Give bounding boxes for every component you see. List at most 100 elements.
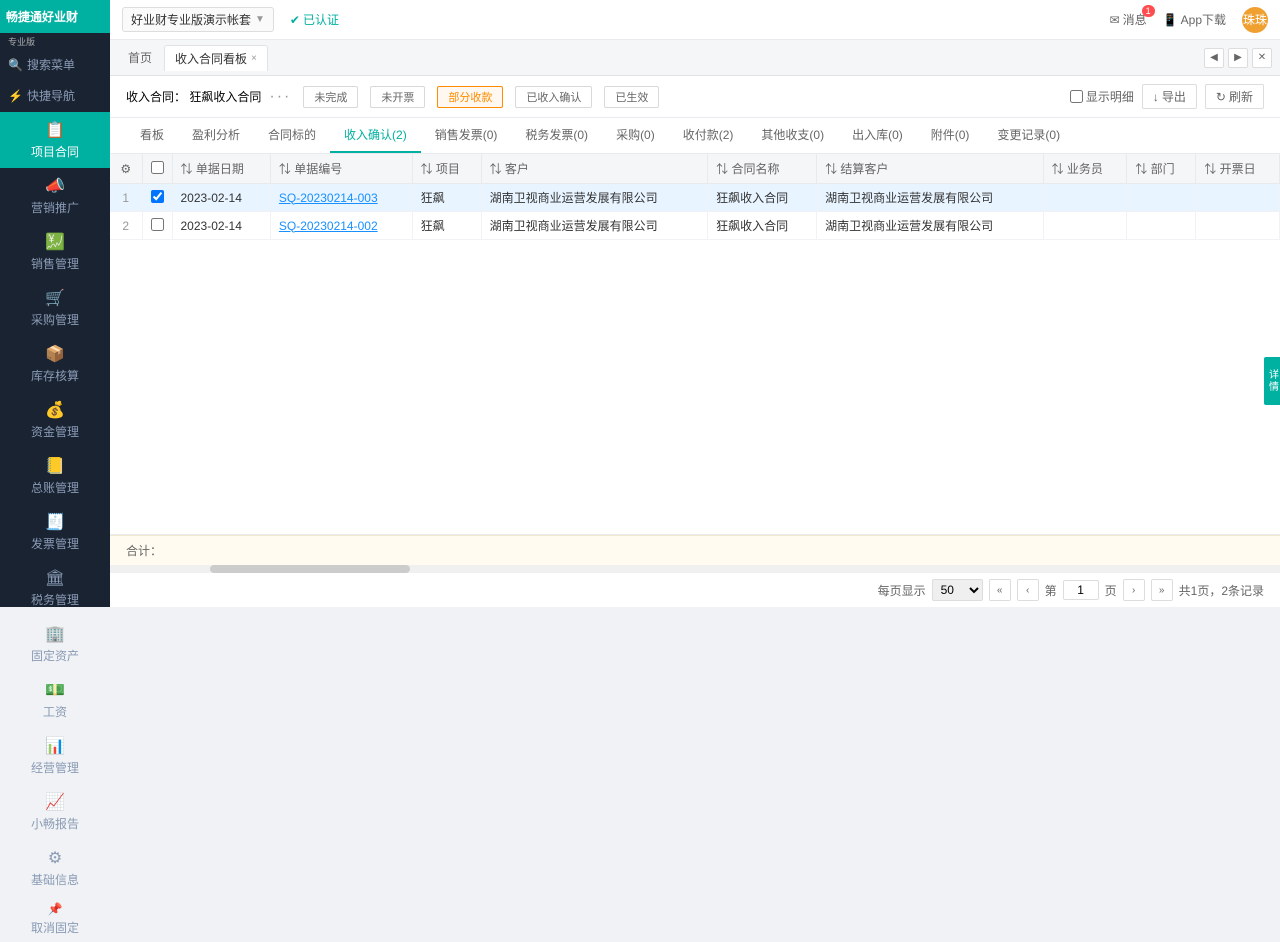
sub-tab-warehouse[interactable]: 出入库(0) xyxy=(838,118,917,153)
page-prev-btn[interactable]: ‹ xyxy=(1017,579,1039,601)
tab-nav-next[interactable]: ▶ xyxy=(1228,48,1248,68)
row-settings-cell: 1 xyxy=(110,184,142,212)
tab-nav-prev[interactable]: ◀ xyxy=(1204,48,1224,68)
select-all-checkbox[interactable] xyxy=(151,161,164,174)
sub-tabs: 看板盈利分析合同标的收入确认(2)销售发票(0)税务发票(0)采购(0)收付款(… xyxy=(110,118,1280,154)
sidebar-item-basic[interactable]: ⚙基础信息 xyxy=(0,840,110,896)
row-checkbox[interactable] xyxy=(151,190,164,203)
table-body: 1 2023-02-14 SQ-20230214-003 狂飙 湖南卫视商业运营… xyxy=(110,184,1280,240)
sidebar-bottom: 📌 取消固定 xyxy=(0,896,110,942)
company-selector[interactable]: 好业财专业版演示帐套 ▼ xyxy=(122,7,274,32)
show-detail-checkbox[interactable]: 显示明细 xyxy=(1070,88,1134,105)
sidebar-icon-marketing: 📣 xyxy=(45,176,65,196)
sidebar-item-project[interactable]: 📋项目合同 xyxy=(0,112,110,168)
sidebar-search[interactable]: 🔍 搜索菜单 xyxy=(0,50,110,79)
show-detail-input[interactable] xyxy=(1070,90,1083,103)
th-contract-name: ⇅ 合同名称 xyxy=(708,154,817,184)
sidebar-search-label: 搜索菜单 xyxy=(27,56,75,73)
th-checkbox[interactable] xyxy=(142,154,172,184)
sidebar-label-reports: 小畅报告 xyxy=(31,815,79,832)
page-next-btn[interactable]: › xyxy=(1123,579,1145,601)
sidebar-quick-nav[interactable]: ⚡ 快捷导航 xyxy=(0,79,110,112)
sub-tab-sales_invoice[interactable]: 销售发票(0) xyxy=(421,118,512,153)
table-footer: 合计： 每页显示 20 50 100 « ‹ 第 xyxy=(110,534,1280,607)
sidebar-item-hr[interactable]: 💵工资 xyxy=(0,672,110,728)
row-project: 狂飙 xyxy=(412,184,481,212)
logo-text: 畅捷通好业财 xyxy=(6,8,78,25)
status-incomplete[interactable]: 未完成 xyxy=(303,86,358,108)
status-partial[interactable]: 部分收款 xyxy=(437,86,503,108)
table-container[interactable]: ⚙ ⇅ 单据日期 ⇅ 单据编号 ⇅ 项目 ⇅ 客户 ⇅ 合同名称 ⇅ 结算客户 … xyxy=(110,154,1280,534)
row-number-link[interactable]: SQ-20230214-002 xyxy=(279,219,378,233)
sidebar-label-hr: 工资 xyxy=(43,703,67,720)
pagination: 每页显示 20 50 100 « ‹ 第 页 › » 共1页，2条记录 xyxy=(110,573,1280,607)
row-checkbox-cell[interactable] xyxy=(142,184,172,212)
th-settings[interactable]: ⚙ xyxy=(110,154,142,184)
per-page-select[interactable]: 20 50 100 xyxy=(932,579,983,601)
content-area: 收入合同： 狂飙收入合同 ··· 未完成 未开票 部分收款 已收入确认 已生效 … xyxy=(110,76,1280,607)
sub-tab-profit[interactable]: 盈利分析 xyxy=(178,118,254,153)
sidebar-item-funds[interactable]: 💰资金管理 xyxy=(0,392,110,448)
user-avatar-btn[interactable]: 珠珠 xyxy=(1242,7,1268,33)
sidebar-item-invoice[interactable]: 🧾发票管理 xyxy=(0,504,110,560)
status-uninvoiced[interactable]: 未开票 xyxy=(370,86,425,108)
tab-income-contract[interactable]: 收入合同看板 × xyxy=(164,45,268,71)
message-icon: ✉ xyxy=(1110,13,1120,27)
row-checkbox-cell[interactable] xyxy=(142,212,172,240)
sub-tab-purchase[interactable]: 采购(0) xyxy=(602,118,669,153)
sub-tab-change_log[interactable]: 变更记录(0) xyxy=(983,118,1074,153)
horizontal-scrollbar[interactable] xyxy=(110,565,1280,573)
status-confirmed[interactable]: 已收入确认 xyxy=(515,86,592,108)
row-number[interactable]: SQ-20230214-002 xyxy=(270,212,412,240)
status-effective[interactable]: 已生效 xyxy=(604,86,659,108)
sidebar-label-marketing: 营销推广 xyxy=(31,199,79,216)
sidebar-icon-accounts: 📒 xyxy=(45,456,65,476)
refresh-btn[interactable]: ↻ 刷新 xyxy=(1205,84,1264,109)
sidebar-item-sales[interactable]: 💹销售管理 xyxy=(0,224,110,280)
row-date: 2023-02-14 xyxy=(172,184,270,212)
refresh-icon: ↻ xyxy=(1216,90,1226,104)
row-contract-name: 狂飙收入合同 xyxy=(708,184,817,212)
scroll-thumb[interactable] xyxy=(210,565,410,573)
sidebar-cancel-pin[interactable]: 📌 取消固定 xyxy=(0,896,110,942)
page-last-btn[interactable]: » xyxy=(1151,579,1173,601)
sub-tab-tax_invoice[interactable]: 税务发票(0) xyxy=(511,118,602,153)
app-download-btn[interactable]: 📱 App下载 xyxy=(1163,11,1226,28)
sidebar-item-purchase[interactable]: 🛒采购管理 xyxy=(0,280,110,336)
row-settings-cell: 2 xyxy=(110,212,142,240)
sidebar-item-accounts[interactable]: 📒总账管理 xyxy=(0,448,110,504)
sub-tab-kanban[interactable]: 看板 xyxy=(126,118,178,153)
sidebar-item-ops[interactable]: 📊经营管理 xyxy=(0,728,110,784)
sidebar-item-reports[interactable]: 📈小畅报告 xyxy=(0,784,110,840)
row-contract-name: 狂飙收入合同 xyxy=(708,212,817,240)
sidebar-label-invoice: 发票管理 xyxy=(31,535,79,552)
row-checkbox[interactable] xyxy=(151,218,164,231)
tab-home-label: 首页 xyxy=(128,51,152,65)
company-dropdown-arrow: ▼ xyxy=(255,14,265,25)
sub-tab-payment[interactable]: 收付款(2) xyxy=(669,118,748,153)
sub-tab-attachments[interactable]: 附件(0) xyxy=(917,118,984,153)
sidebar-item-assets[interactable]: 🏢固定资产 xyxy=(0,616,110,672)
row-number-link[interactable]: SQ-20230214-003 xyxy=(279,191,378,205)
company-name: 好业财专业版演示帐套 xyxy=(131,11,251,28)
tab-close-icon[interactable]: × xyxy=(251,53,257,64)
sidebar-label-assets: 固定资产 xyxy=(31,647,79,664)
tab-home[interactable]: 首页 xyxy=(118,45,162,70)
tab-nav-close[interactable]: ✕ xyxy=(1252,48,1272,68)
th-customer: ⇅ 客户 xyxy=(481,154,708,184)
sidebar-item-tax[interactable]: 🏛税务管理 xyxy=(0,560,110,616)
row-number[interactable]: SQ-20230214-003 xyxy=(270,184,412,212)
sub-tab-income_confirm[interactable]: 收入确认(2) xyxy=(330,118,421,153)
contract-more-btn[interactable]: ··· xyxy=(269,88,291,106)
messages-btn[interactable]: ✉ 消息 1 xyxy=(1110,11,1147,28)
tabbar: 首页 收入合同看板 × ◀ ▶ ✕ xyxy=(110,40,1280,76)
sub-tab-contract_std[interactable]: 合同标的 xyxy=(254,118,330,153)
page-number-input[interactable] xyxy=(1063,580,1099,600)
sidebar-item-marketing[interactable]: 📣 营销推广 xyxy=(0,168,110,224)
right-panel-toggle[interactable]: 详情 xyxy=(1264,357,1280,405)
export-btn[interactable]: ↓ 导出 xyxy=(1142,84,1197,109)
sub-tab-other_receipt[interactable]: 其他收支(0) xyxy=(747,118,838,153)
th-billing-customer: ⇅ 结算客户 xyxy=(817,154,1044,184)
page-first-btn[interactable]: « xyxy=(989,579,1011,601)
sidebar-item-inventory[interactable]: 📦库存核算 xyxy=(0,336,110,392)
